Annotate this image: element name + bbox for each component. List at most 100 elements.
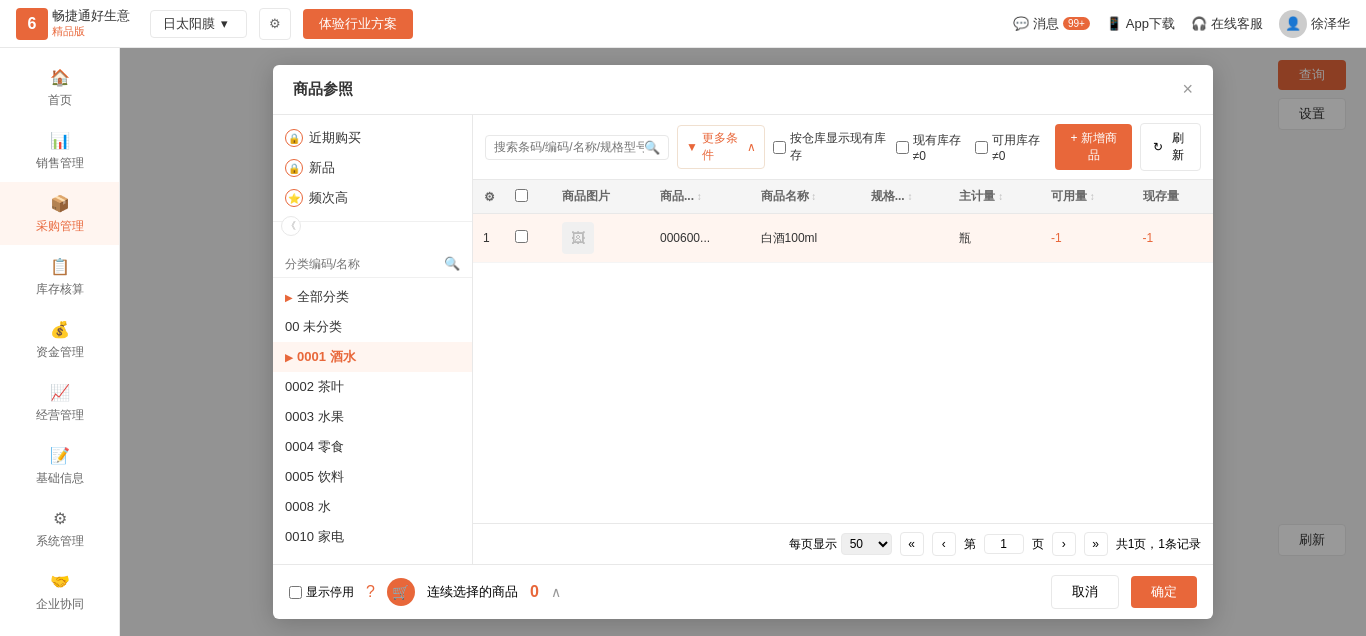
more-conditions-label: 更多条件 — [702, 130, 743, 164]
page-first-button[interactable]: « — [900, 532, 924, 556]
product-table: ⚙ 商品图片 商品... 商品名称 规格... 主计量 可用量 现存量 — [473, 180, 1213, 263]
category-item-0008[interactable]: 0008 水 — [273, 492, 472, 522]
th-settings[interactable]: ⚙ — [473, 180, 505, 214]
th-code[interactable]: 商品... — [650, 180, 751, 214]
collapse-icon: 《 — [286, 219, 296, 233]
system-icon: ⚙ — [49, 507, 71, 529]
category-item-unclassified[interactable]: 00 未分类 — [273, 312, 472, 342]
th-available[interactable]: 可用量 — [1041, 180, 1133, 214]
online-service-item[interactable]: 🎧 在线客服 — [1191, 15, 1263, 33]
product-reference-modal: 商品参照 × 🔒 近期购买 🔒 — [273, 65, 1213, 619]
branch-selector[interactable]: 日太阳膜 ▾ — [150, 10, 247, 38]
cancel-button[interactable]: 取消 — [1051, 575, 1119, 609]
th-spec[interactable]: 规格... — [861, 180, 950, 214]
more-conditions-button[interactable]: ▼ 更多条件 ∧ — [677, 125, 765, 169]
top-nav: 6 畅捷通好生意 精品版 日太阳膜 ▾ ⚙ 体验行业方案 💬 消息 99+ 📱 … — [0, 0, 1366, 48]
quick-item-recent[interactable]: 🔒 近期购买 — [273, 123, 472, 153]
category-item-0003[interactable]: 0003 水果 — [273, 402, 472, 432]
page-last-button[interactable]: » — [1084, 532, 1108, 556]
online-service-label: 在线客服 — [1211, 15, 1263, 33]
sidebar-item-home[interactable]: 🏠 首页 — [0, 56, 119, 119]
app-download-item[interactable]: 📱 App下载 — [1106, 15, 1175, 33]
page-next-button[interactable]: › — [1052, 532, 1076, 556]
filter-bar: 🔍 ▼ 更多条件 ∧ 按仓库显示现有库存 — [473, 115, 1213, 180]
quick-item-frequent[interactable]: ⭐ 频次高 — [273, 183, 472, 213]
sidebar-item-sales[interactable]: 📊 销售管理 — [0, 119, 119, 182]
cell-image: 🖼 — [552, 214, 650, 263]
category-label-0010: 0010 家电 — [285, 529, 344, 544]
category-label-0001: 0001 酒水 — [297, 348, 356, 366]
category-search-input[interactable] — [285, 257, 444, 271]
total-label: 共1页，1条记录 — [1116, 536, 1201, 553]
sidebar-label-system: 系统管理 — [36, 533, 84, 550]
settings-button[interactable]: ⚙ — [259, 8, 291, 40]
user-item[interactable]: 👤 徐泽华 — [1279, 10, 1350, 38]
category-item-0005[interactable]: 0005 饮料 — [273, 462, 472, 492]
th-unit[interactable]: 主计量 — [949, 180, 1041, 214]
category-item-0004[interactable]: 0004 零食 — [273, 432, 472, 462]
business-icon: 📈 — [49, 381, 71, 403]
table-row[interactable]: 1 🖼 000600... 白酒100ml — [473, 214, 1213, 263]
checkbox-available-input[interactable] — [975, 141, 988, 154]
search-icon[interactable]: 🔍 — [644, 140, 660, 155]
show-disabled-input[interactable] — [289, 586, 302, 599]
sidebar-item-system[interactable]: ⚙ 系统管理 — [0, 497, 119, 560]
product-image: 🖼 — [562, 222, 594, 254]
modal-overlay: 商品参照 × 🔒 近期购买 🔒 — [120, 48, 1366, 636]
show-disabled-checkbox[interactable]: 显示停用 — [289, 584, 354, 601]
refresh-button[interactable]: ↻ 刷新 — [1140, 123, 1201, 171]
page-number-input[interactable] — [984, 534, 1024, 554]
product-search-input[interactable] — [494, 140, 644, 154]
collapse-selected-button[interactable]: ∧ — [551, 584, 561, 600]
th-name[interactable]: 商品名称 — [751, 180, 861, 214]
collapse-panel-button[interactable]: 《 — [281, 216, 301, 236]
refresh-label: 刷新 — [1167, 130, 1188, 164]
category-search-icon[interactable]: 🔍 — [444, 256, 460, 271]
category-item-0010[interactable]: 0010 家电 — [273, 522, 472, 552]
cell-spec — [861, 214, 950, 263]
checkbox-stock-nonzero-input[interactable] — [896, 141, 909, 154]
category-item-all[interactable]: ▶ 全部分类 — [273, 282, 472, 312]
add-product-button[interactable]: + 新增商品 — [1055, 124, 1132, 170]
confirm-button[interactable]: 确定 — [1131, 576, 1197, 608]
quick-item-new[interactable]: 🔒 新品 — [273, 153, 472, 183]
help-icon[interactable]: ? — [366, 583, 375, 601]
category-item-0002[interactable]: 0002 茶叶 — [273, 372, 472, 402]
checkbox-stock-label: 现有库存≠0 — [913, 132, 968, 163]
sidebar-label-basic: 基础信息 — [36, 470, 84, 487]
category-label-0005: 0005 饮料 — [285, 469, 344, 484]
sidebar-item-purchase[interactable]: 📦 采购管理 — [0, 182, 119, 245]
modal-close-button[interactable]: × — [1182, 79, 1193, 100]
message-item[interactable]: 💬 消息 99+ — [1013, 15, 1090, 33]
category-item-0001[interactable]: ▶ 0001 酒水 — [273, 342, 472, 372]
row-checkbox[interactable] — [515, 230, 528, 243]
cell-available: -1 — [1041, 214, 1133, 263]
checkbox-stock-nonzero[interactable]: 现有库存≠0 — [896, 132, 968, 163]
logo-icon: 6 — [16, 8, 48, 40]
selected-label: 连续选择的商品 — [427, 583, 518, 601]
refresh-icon: ↻ — [1153, 140, 1163, 154]
checkbox-warehouse-input[interactable] — [773, 141, 786, 154]
sidebar-item-basic[interactable]: 📝 基础信息 — [0, 434, 119, 497]
cart-icon: 🛒 — [387, 578, 415, 606]
checkbox-available-nonzero[interactable]: 可用库存≠0 — [975, 132, 1047, 163]
category-list: ▶ 全部分类 00 未分类 ▶ 0001 酒水 0002 茶 — [273, 278, 472, 556]
per-page-select[interactable]: 50 100 — [841, 533, 892, 555]
sidebar-item-finance[interactable]: 💰 资金管理 — [0, 308, 119, 371]
sidebar-item-business[interactable]: 📈 经营管理 — [0, 371, 119, 434]
sidebar-item-inventory[interactable]: 📋 库存核算 — [0, 245, 119, 308]
select-all-checkbox[interactable] — [515, 189, 528, 202]
inventory-icon: 📋 — [49, 255, 71, 277]
page-prev-button[interactable]: ‹ — [932, 532, 956, 556]
quick-label-new: 新品 — [309, 159, 335, 177]
checkbox-warehouse[interactable]: 按仓库显示现有库存 — [773, 130, 887, 164]
quick-label-recent: 近期购买 — [309, 129, 361, 147]
per-page-label: 每页显示 — [789, 536, 837, 553]
category-label-0002: 0002 茶叶 — [285, 379, 344, 394]
lock-icon: 🔒 — [285, 129, 303, 147]
sidebar-item-collab[interactable]: 🤝 企业协同 — [0, 560, 119, 623]
experience-button[interactable]: 体验行业方案 — [303, 9, 413, 39]
lock2-icon: 🔒 — [285, 159, 303, 177]
sidebar-item-guide[interactable]: 🎯 新手引导 — [0, 623, 119, 636]
sidebar-label-business: 经营管理 — [36, 407, 84, 424]
